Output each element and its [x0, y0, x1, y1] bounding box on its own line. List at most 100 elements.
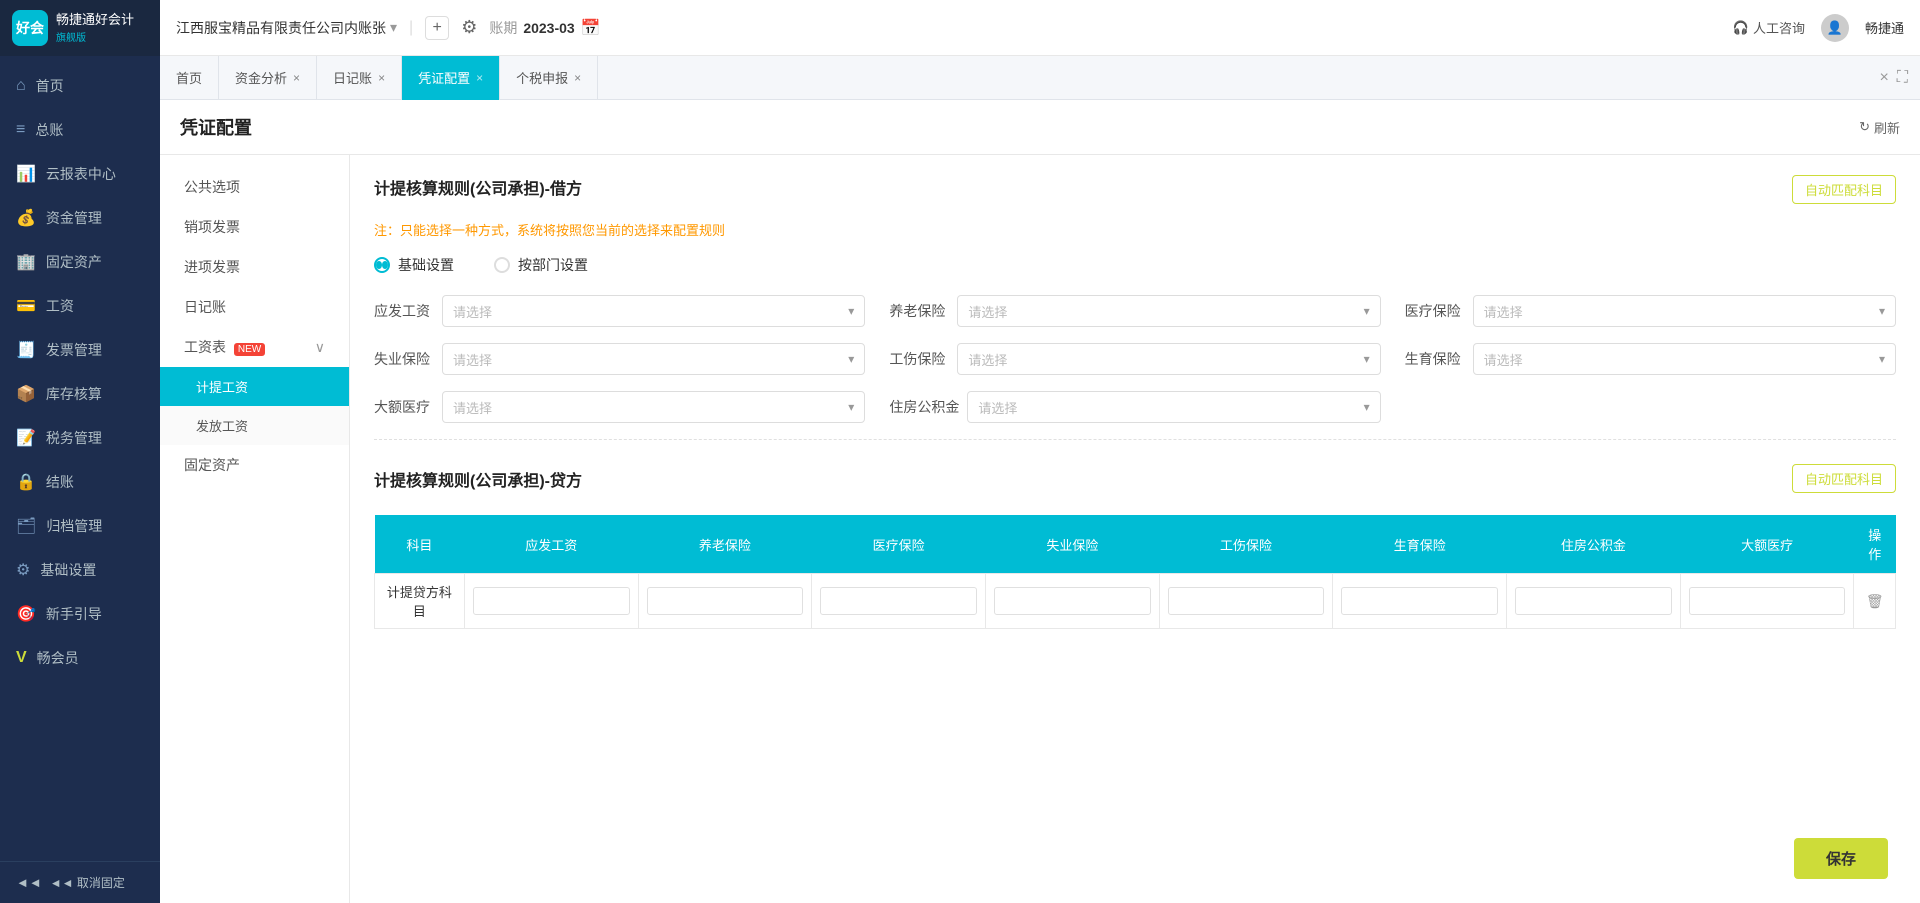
- input-ylbx[interactable]: [647, 587, 804, 615]
- input-ylbx2[interactable]: [820, 587, 977, 615]
- label-sybx2: 生育保险: [1405, 349, 1465, 369]
- sidebar-item-reports[interactable]: 📊 云报表中心: [0, 152, 160, 196]
- sidebar-pin-toggle[interactable]: ◄◄ ◄◄ 取消固定: [0, 861, 160, 903]
- company-dropdown-icon: ▾: [390, 19, 397, 36]
- add-account-button[interactable]: +: [425, 16, 449, 40]
- chevron-down-icon: ∨: [315, 339, 325, 356]
- th-dayly: 大额医疗: [1680, 515, 1854, 574]
- refresh-button[interactable]: ↻ 刷新: [1859, 118, 1900, 137]
- customer-service-button[interactable]: 🎧 人工咨询: [1733, 18, 1805, 37]
- sidebar-item-archive[interactable]: 🗂 归档管理: [0, 504, 160, 548]
- td-action: 🗑: [1854, 574, 1896, 629]
- app-edition: 旗舰版: [56, 29, 134, 44]
- tab-voucher-close[interactable]: ×: [476, 71, 483, 85]
- app-logo: 好会 畅捷通好会计 旗舰版: [0, 0, 160, 56]
- select-gsbx[interactable]: 请选择 ▾: [957, 343, 1380, 375]
- label-dayly: 大额医疗: [374, 397, 434, 417]
- sidebar-item-inventory[interactable]: 📦 库存核算: [0, 372, 160, 416]
- td-ylbx2-input: [812, 574, 986, 629]
- select-yfgz[interactable]: 请选择 ▾: [442, 295, 865, 327]
- sidebar-item-assets[interactable]: 🏢 固定资产: [0, 240, 160, 284]
- app-name: 畅捷通好会计: [56, 12, 134, 29]
- select-zfgjj[interactable]: 请选择 ▾: [967, 391, 1380, 423]
- select-sybx2[interactable]: 请选择 ▾: [1473, 343, 1896, 375]
- debit-auto-match-button[interactable]: 自动匹配科目: [1792, 175, 1896, 204]
- select-sybx2-arrow: ▾: [1879, 352, 1885, 366]
- period-selector[interactable]: 账期 2023-03 📅: [489, 18, 600, 38]
- label-ylbx: 养老保险: [889, 301, 949, 321]
- page-content: 凭证配置 ↻ 刷新 公共选项 销项发票 进项发票 日记账 工资表 NEW: [160, 100, 1920, 903]
- label-yfgz: 应发工资: [374, 301, 434, 321]
- sidebar-item-invoice[interactable]: 🧾 发票管理: [0, 328, 160, 372]
- tab-capital-close[interactable]: ×: [293, 71, 300, 85]
- sidebar-item-home[interactable]: ⌂ 首页: [0, 64, 160, 108]
- form-item-ylbx2: 医疗保险 请选择 ▾: [1405, 295, 1896, 327]
- left-menu: 公共选项 销项发票 进项发票 日记账 工资表 NEW ∨ 计提工资 发放工资: [160, 155, 350, 903]
- select-sybx[interactable]: 请选择 ▾: [442, 343, 865, 375]
- sidebar-item-close[interactable]: 🔒 结账: [0, 460, 160, 504]
- form-item-gsbx: 工伤保险 请选择 ▾: [889, 343, 1380, 375]
- tab-capital[interactable]: 资金分析 ×: [219, 56, 317, 100]
- sidebar-item-guide[interactable]: 🎯 新手引导: [0, 592, 160, 636]
- tab-journal-close[interactable]: ×: [378, 71, 385, 85]
- save-button[interactable]: 保存: [1794, 838, 1888, 879]
- sidebar-item-salary[interactable]: 💳 工资: [0, 284, 160, 328]
- form-item-sybx: 失业保险 请选择 ▾: [374, 343, 865, 375]
- credit-auto-match-button[interactable]: 自动匹配科目: [1792, 464, 1896, 493]
- menu-item-purchase[interactable]: 进项发票: [160, 247, 349, 287]
- sidebar-item-ledger[interactable]: ≡ 总账: [0, 108, 160, 152]
- input-dayly[interactable]: [1689, 587, 1846, 615]
- menu-group-salary-header[interactable]: 工资表 NEW ∨: [160, 327, 349, 367]
- radio-dept[interactable]: 按部门设置: [494, 255, 588, 275]
- section-divider: [374, 439, 1896, 440]
- settings-icon: ⚙: [16, 560, 30, 580]
- settings-gear-button[interactable]: ⚙: [461, 17, 477, 38]
- delete-row-button[interactable]: 🗑: [1866, 593, 1884, 609]
- menu-item-public[interactable]: 公共选项: [160, 167, 349, 207]
- member-icon: V: [16, 649, 27, 667]
- table-row: 计提贷方科目 🗑: [375, 574, 1896, 629]
- select-ylbx[interactable]: 请选择 ▾: [957, 295, 1380, 327]
- sidebar-item-member[interactable]: V 畅会员: [0, 636, 160, 680]
- close-all-icon[interactable]: ×: [1879, 69, 1888, 87]
- td-zfgjj-input: [1507, 574, 1681, 629]
- th-ylbx: 养老保险: [638, 515, 812, 574]
- menu-item-salary-pay[interactable]: 发放工资: [160, 406, 349, 445]
- menu-item-fixed-assets[interactable]: 固定资产: [160, 445, 349, 485]
- input-zfgjj[interactable]: [1515, 587, 1672, 615]
- gear-icon: ⚙: [461, 17, 477, 37]
- sidebar-item-settings[interactable]: ⚙ 基础设置: [0, 548, 160, 592]
- radio-group: 基础设置 按部门设置: [374, 255, 1896, 275]
- tab-voucher[interactable]: 凭证配置 ×: [402, 56, 500, 100]
- sidebar-item-tax[interactable]: 📝 税务管理: [0, 416, 160, 460]
- form-item-sybx2: 生育保险 请选择 ▾: [1405, 343, 1896, 375]
- select-ylbx2[interactable]: 请选择 ▾: [1473, 295, 1896, 327]
- avatar-icon: 👤: [1827, 20, 1843, 36]
- menu-item-salary-calc[interactable]: 计提工资: [160, 367, 349, 406]
- input-sybx[interactable]: [994, 587, 1151, 615]
- form-item-yfgz: 应发工资 请选择 ▾: [374, 295, 865, 327]
- menu-item-journal[interactable]: 日记账: [160, 287, 349, 327]
- radio-basic[interactable]: 基础设置: [374, 255, 454, 275]
- topbar-right: 🎧 人工咨询 👤 畅捷通: [1733, 14, 1904, 42]
- company-selector[interactable]: 江西服宝精品有限责任公司内账张 ▾: [176, 18, 397, 38]
- form-item-ylbx: 养老保险 请选择 ▾: [889, 295, 1380, 327]
- username-label[interactable]: 畅捷通: [1865, 18, 1904, 37]
- tab-tax-close[interactable]: ×: [574, 71, 581, 85]
- sidebar-item-capital[interactable]: 💰 资金管理: [0, 196, 160, 240]
- expand-icon[interactable]: ⛶: [1897, 69, 1908, 87]
- input-gsbx[interactable]: [1168, 587, 1325, 615]
- select-yfgz-arrow: ▾: [848, 304, 854, 318]
- tabbar: 首页 资金分析 × 日记账 × 凭证配置 × 个税申报 × × ⛶: [160, 56, 1920, 100]
- tab-journal[interactable]: 日记账 ×: [317, 56, 402, 100]
- tabbar-actions: × ⛶: [1867, 69, 1920, 87]
- input-yfgz[interactable]: [473, 587, 630, 615]
- label-sybx: 失业保险: [374, 349, 434, 369]
- menu-item-sales[interactable]: 销项发票: [160, 207, 349, 247]
- select-dayly[interactable]: 请选择 ▾: [442, 391, 865, 423]
- input-sybx2[interactable]: [1341, 587, 1498, 615]
- tab-home[interactable]: 首页: [160, 56, 219, 100]
- tab-tax[interactable]: 个税申报 ×: [500, 56, 598, 100]
- th-yfgz: 应发工资: [464, 515, 638, 574]
- th-action: 操作: [1854, 515, 1896, 574]
